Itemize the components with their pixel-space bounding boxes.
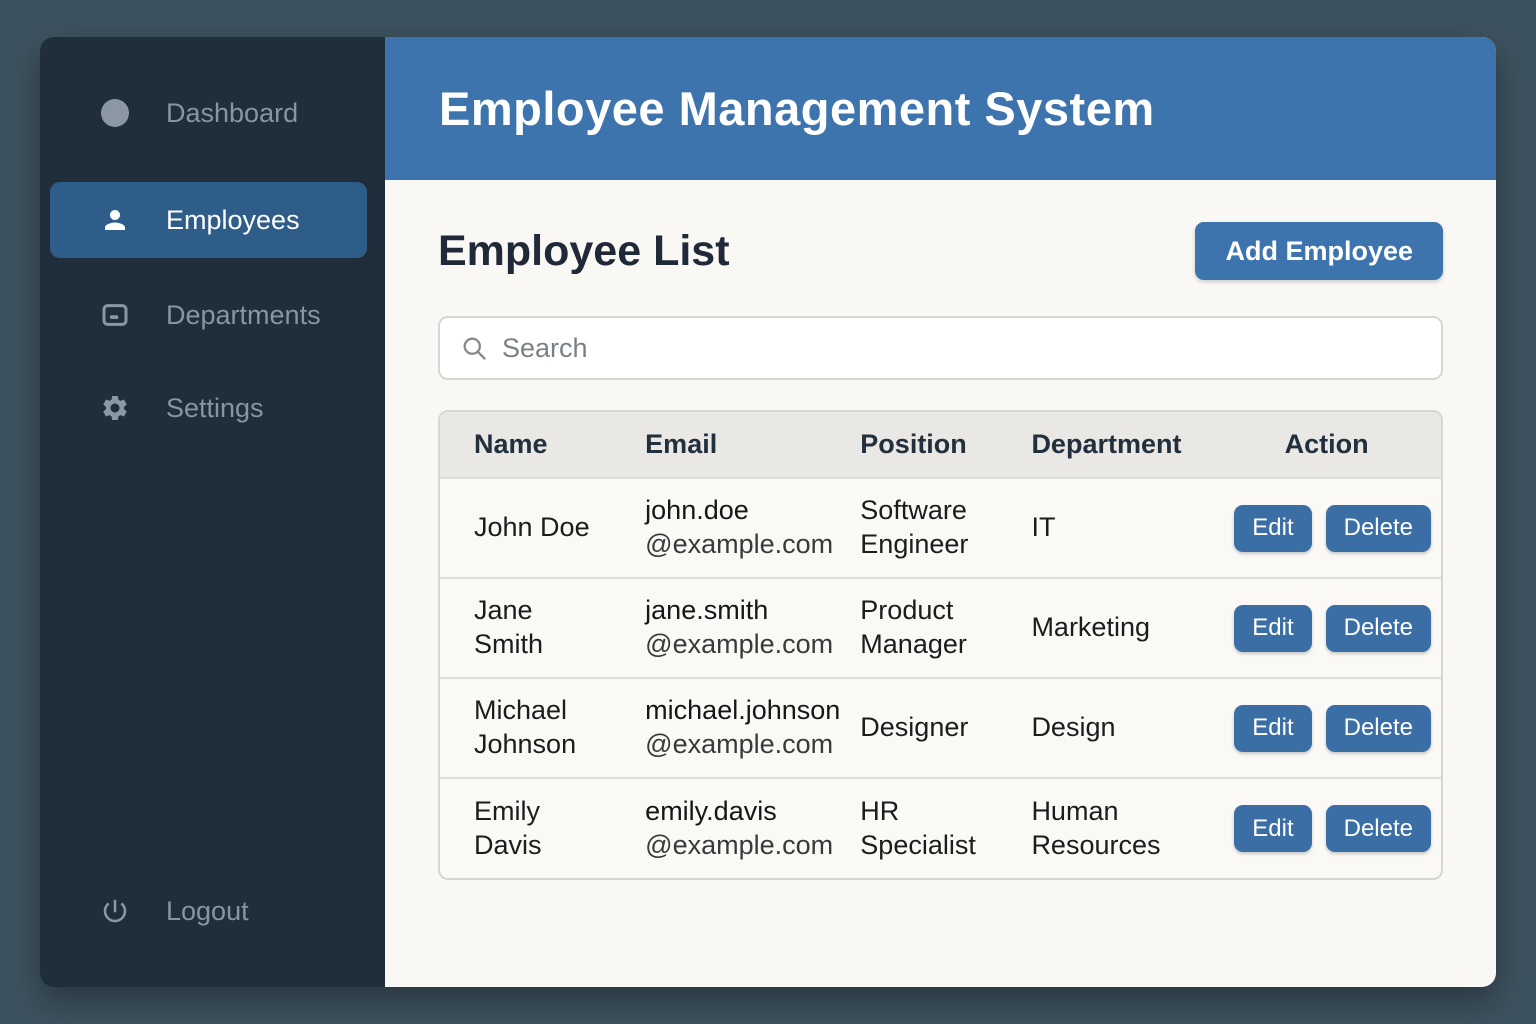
- email-user: jane.smith: [645, 595, 769, 626]
- sidebar-item-label: Employees: [166, 204, 300, 235]
- delete-button[interactable]: Delete: [1325, 704, 1431, 752]
- sidebar-item-departments[interactable]: Departments: [58, 287, 367, 343]
- email-user: john.doe: [645, 495, 749, 526]
- cell-email: john.doe @example.com: [635, 477, 851, 578]
- content-top: Employee List Add Employee: [438, 222, 1443, 280]
- email-domain: @example.com: [645, 829, 834, 860]
- cell-name: Michael Johnson: [440, 677, 636, 778]
- action-cell: Edit Delete: [1222, 504, 1431, 552]
- employee-table: Name Email Position Department Action Jo…: [438, 410, 1443, 880]
- table-row: John Doe john.doe @example.com Software …: [440, 477, 1441, 578]
- power-icon: [100, 896, 130, 926]
- delete-button[interactable]: Delete: [1325, 805, 1431, 852]
- app-title: Employee Management System: [439, 82, 1155, 135]
- main-area: Employee Management System Employee List…: [385, 37, 1496, 987]
- action-cell: Edit Delete: [1222, 604, 1431, 652]
- sidebar-item-employees[interactable]: Employees: [50, 182, 367, 258]
- sidebar-item-label: Settings: [166, 392, 264, 423]
- app-window: Dashboard Employees Departments Settings: [40, 37, 1496, 987]
- table-row: Emily Davis emily.davis @example.com HR …: [440, 777, 1441, 878]
- app-header: Employee Management System: [385, 37, 1496, 180]
- add-employee-button[interactable]: Add Employee: [1195, 222, 1443, 280]
- email-user: michael.johnson: [645, 695, 841, 726]
- search-input[interactable]: [502, 332, 1421, 364]
- search-icon: [460, 334, 488, 362]
- action-cell: Edit Delete: [1222, 704, 1431, 752]
- cell-name: Jane Smith: [440, 577, 636, 678]
- column-header-position: Position: [850, 412, 1022, 478]
- cell-email: emily.davis @example.com: [635, 777, 851, 878]
- column-header-email: Email: [635, 412, 851, 478]
- email-domain: @example.com: [645, 529, 834, 559]
- sidebar: Dashboard Employees Departments Settings: [40, 37, 385, 987]
- edit-button[interactable]: Edit: [1234, 805, 1312, 852]
- cell-position: HR Specialist: [850, 777, 1022, 878]
- dashboard-circle-icon: [100, 98, 130, 128]
- cell-email: michael.johnson @example.com: [635, 677, 851, 778]
- delete-button[interactable]: Delete: [1325, 504, 1431, 552]
- cell-name: Emily Davis: [440, 777, 636, 878]
- page-title: Employee List: [438, 226, 730, 275]
- content: Employee List Add Employee Name Email Po…: [385, 180, 1496, 987]
- cell-department: Marketing: [1021, 577, 1213, 678]
- cell-department: Design: [1021, 677, 1213, 778]
- email-domain: @example.com: [645, 729, 834, 759]
- email-domain: @example.com: [645, 629, 834, 659]
- email-user: emily.davis: [645, 795, 777, 826]
- person-icon: [100, 205, 130, 235]
- table-row: Michael Johnson michael.johnson @example…: [440, 677, 1441, 778]
- sidebar-item-logout[interactable]: Logout: [58, 883, 367, 939]
- cell-position: Designer: [850, 677, 1022, 778]
- cell-department: IT: [1021, 477, 1213, 578]
- table-header-row: Name Email Position Department Action: [440, 412, 1441, 478]
- table-row: Jane Smith jane.smith @example.com Produ…: [440, 577, 1441, 678]
- sidebar-item-dashboard[interactable]: Dashboard: [58, 85, 367, 141]
- edit-button[interactable]: Edit: [1234, 704, 1312, 752]
- edit-button[interactable]: Edit: [1234, 504, 1312, 552]
- column-header-name: Name: [440, 412, 636, 478]
- cell-department: Human Resources: [1021, 777, 1213, 878]
- action-cell: Edit Delete: [1222, 805, 1431, 852]
- delete-button[interactable]: Delete: [1325, 604, 1431, 652]
- column-header-department: Department: [1021, 412, 1213, 478]
- cell-email: jane.smith @example.com: [635, 577, 851, 678]
- cell-position: Product Manager: [850, 577, 1022, 678]
- table-body: John Doe john.doe @example.com Software …: [440, 477, 1441, 878]
- column-header-action: Action: [1212, 412, 1441, 478]
- cell-name: John Doe: [440, 477, 636, 578]
- search-box: [438, 316, 1443, 380]
- gear-icon: [100, 393, 130, 423]
- cell-position: Software Engineer: [850, 477, 1022, 578]
- edit-button[interactable]: Edit: [1234, 604, 1312, 652]
- sidebar-item-label: Logout: [166, 895, 249, 926]
- sidebar-item-label: Dashboard: [166, 97, 299, 128]
- sidebar-item-settings[interactable]: Settings: [58, 380, 367, 436]
- card-icon: [100, 300, 130, 330]
- sidebar-item-label: Departments: [166, 299, 321, 330]
